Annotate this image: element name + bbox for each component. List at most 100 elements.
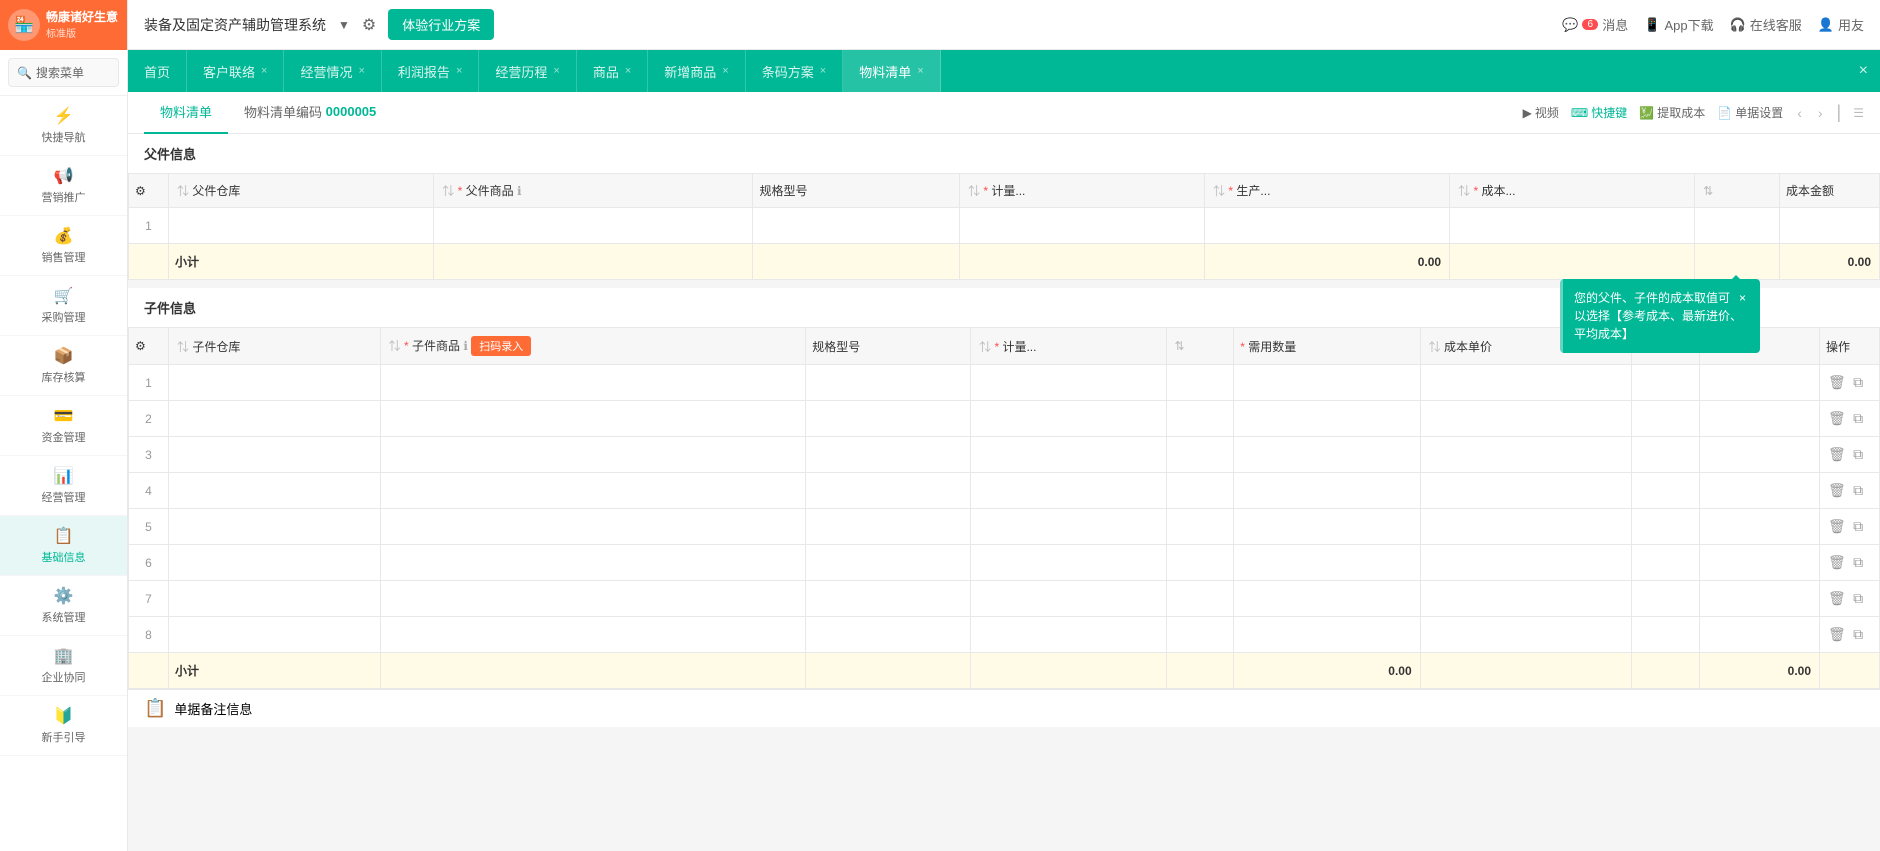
child-row-4-qty[interactable] [1234, 473, 1420, 509]
single-settings-btn[interactable]: 📄 单据设置 [1717, 104, 1783, 121]
child-row-4-unit[interactable] [971, 473, 1166, 509]
parent-row-1-production[interactable] [1205, 208, 1450, 244]
child-row-2-qty[interactable] [1234, 401, 1420, 437]
sidebar-item-sales[interactable]: 💰 销售管理 [0, 216, 127, 276]
child-row-7-unit-cost[interactable] [1420, 581, 1632, 617]
prev-arrow[interactable]: ‹ [1795, 105, 1804, 121]
sidebar-item-purchase[interactable]: 🛒 采购管理 [0, 276, 127, 336]
sub-tab-bom-code[interactable]: 物料清单编码 0000005 [228, 92, 392, 134]
tab-new-goods-close[interactable]: × [722, 65, 728, 77]
parent-row-1-spec[interactable] [753, 208, 960, 244]
child-row-1-goods[interactable] [380, 365, 806, 401]
child-row-7-goods[interactable] [380, 581, 806, 617]
child-row-3-spec[interactable] [806, 437, 971, 473]
sidebar-item-operation[interactable]: 📊 经营管理 [0, 456, 127, 516]
child-row-6-unit[interactable] [971, 545, 1166, 581]
child-row-5-unit-cost[interactable] [1420, 509, 1632, 545]
online-service-item[interactable]: 🎧 在线客服 [1730, 15, 1802, 34]
parent-row-1-goods[interactable] [434, 208, 753, 244]
child-row-8-qty[interactable] [1234, 617, 1420, 653]
child-row-3-warehouse[interactable] [169, 437, 381, 473]
child-row-5-spec[interactable] [806, 509, 971, 545]
child-settings-icon[interactable]: ⚙ [135, 339, 146, 353]
sidebar-item-quick-nav[interactable]: ⚡ 快捷导航 [0, 96, 127, 156]
child-row-1-qty[interactable] [1234, 365, 1420, 401]
tab-operation-history[interactable]: 经营历程 × [479, 50, 576, 92]
child-row-2-copy-btn[interactable]: ⧉ [1851, 408, 1865, 429]
tab-goods[interactable]: 商品 × [577, 50, 648, 92]
child-row-6-warehouse[interactable] [169, 545, 381, 581]
tab-bom-list[interactable]: 物料清单 × [843, 50, 940, 92]
sidebar-item-marketing[interactable]: 📢 营销推广 [0, 156, 127, 216]
child-row-5-copy-btn[interactable]: ⧉ [1851, 516, 1865, 537]
child-row-3-unit[interactable] [971, 437, 1166, 473]
child-row-7-warehouse[interactable] [169, 581, 381, 617]
tab-profit-report-close[interactable]: × [456, 65, 462, 77]
child-row-2-spec[interactable] [806, 401, 971, 437]
child-row-7-unit[interactable] [971, 581, 1166, 617]
search-button[interactable]: 🔍 搜索菜单 [8, 58, 119, 87]
child-row-7-copy-btn[interactable]: ⧉ [1851, 588, 1865, 609]
child-row-2-warehouse[interactable] [169, 401, 381, 437]
sidebar-item-guide[interactable]: 🔰 新手引导 [0, 696, 127, 756]
child-row-8-spec[interactable] [806, 617, 971, 653]
sidebar-item-system[interactable]: ⚙️ 系统管理 [0, 576, 127, 636]
child-row-1-delete-btn[interactable]: 🗑 [1826, 372, 1848, 393]
child-row-8-warehouse[interactable] [169, 617, 381, 653]
tab-barcode[interactable]: 条码方案 × [746, 50, 843, 92]
tab-operation-status[interactable]: 经营情况 × [284, 50, 381, 92]
child-row-8-goods[interactable] [380, 617, 806, 653]
view-video-btn[interactable]: ▶ 视频 [1523, 104, 1559, 121]
settings-icon[interactable]: ⚙ [135, 184, 146, 198]
extract-cost-btn[interactable]: 💹 提取成本 [1639, 104, 1705, 121]
child-row-1-unit[interactable] [971, 365, 1166, 401]
child-row-7-qty[interactable] [1234, 581, 1420, 617]
parent-row-1-warehouse[interactable] [169, 208, 434, 244]
child-row-5-unit[interactable] [971, 509, 1166, 545]
tab-bom-list-close[interactable]: × [917, 65, 923, 77]
child-row-3-goods[interactable] [380, 437, 806, 473]
tab-customer[interactable]: 客户联络 × [187, 50, 284, 92]
child-row-7-spec[interactable] [806, 581, 971, 617]
child-row-7-delete-btn[interactable]: 🗑 [1826, 588, 1848, 609]
parent-row-1-unit[interactable] [960, 208, 1205, 244]
tab-barcode-close[interactable]: × [820, 65, 826, 77]
sidebar-item-enterprise[interactable]: 🏢 企业协同 [0, 636, 127, 696]
child-row-8-unit-cost[interactable] [1420, 617, 1632, 653]
child-row-2-goods[interactable] [380, 401, 806, 437]
child-row-6-delete-btn[interactable]: 🗑 [1826, 552, 1848, 573]
sidebar-item-inventory[interactable]: 📦 库存核算 [0, 336, 127, 396]
child-row-4-unit-cost[interactable] [1420, 473, 1632, 509]
list-view-icon[interactable]: ☰ [1853, 106, 1864, 120]
child-row-1-warehouse[interactable] [169, 365, 381, 401]
tab-bar-close-btn[interactable]: × [1847, 62, 1880, 80]
sidebar-item-finance[interactable]: 💳 资金管理 [0, 396, 127, 456]
child-row-2-unit[interactable] [971, 401, 1166, 437]
child-row-4-goods[interactable] [380, 473, 806, 509]
child-row-6-unit-cost[interactable] [1420, 545, 1632, 581]
tab-operation-status-close[interactable]: × [358, 65, 364, 77]
tab-profit-report[interactable]: 利润报告 × [382, 50, 479, 92]
child-row-4-copy-btn[interactable]: ⧉ [1851, 480, 1865, 501]
tab-home[interactable]: 首页 [128, 50, 187, 92]
child-row-1-spec[interactable] [806, 365, 971, 401]
child-row-3-delete-btn[interactable]: 🗑 [1826, 444, 1848, 465]
child-row-8-unit[interactable] [971, 617, 1166, 653]
trial-btn[interactable]: 体验行业方案 [388, 9, 494, 40]
child-row-5-warehouse[interactable] [169, 509, 381, 545]
child-row-3-copy-btn[interactable]: ⧉ [1851, 444, 1865, 465]
child-row-6-qty[interactable] [1234, 545, 1420, 581]
child-row-3-qty[interactable] [1234, 437, 1420, 473]
tooltip-close-btn[interactable]: × [1739, 289, 1746, 307]
settings-btn[interactable]: ⚙ [362, 15, 376, 35]
parent-row-1-cost[interactable] [1450, 208, 1695, 244]
child-row-6-goods[interactable] [380, 545, 806, 581]
child-row-5-goods[interactable] [380, 509, 806, 545]
child-row-1-copy-btn[interactable]: ⧉ [1851, 372, 1865, 393]
tab-customer-close[interactable]: × [261, 65, 267, 77]
child-row-4-spec[interactable] [806, 473, 971, 509]
shortcut-btn[interactable]: ⌨ 快捷键 [1571, 104, 1627, 121]
app-download-item[interactable]: 📱 App下载 [1644, 15, 1713, 34]
child-row-8-delete-btn[interactable]: 🗑 [1826, 624, 1848, 645]
sub-tab-bom-list[interactable]: 物料清单 [144, 92, 228, 134]
